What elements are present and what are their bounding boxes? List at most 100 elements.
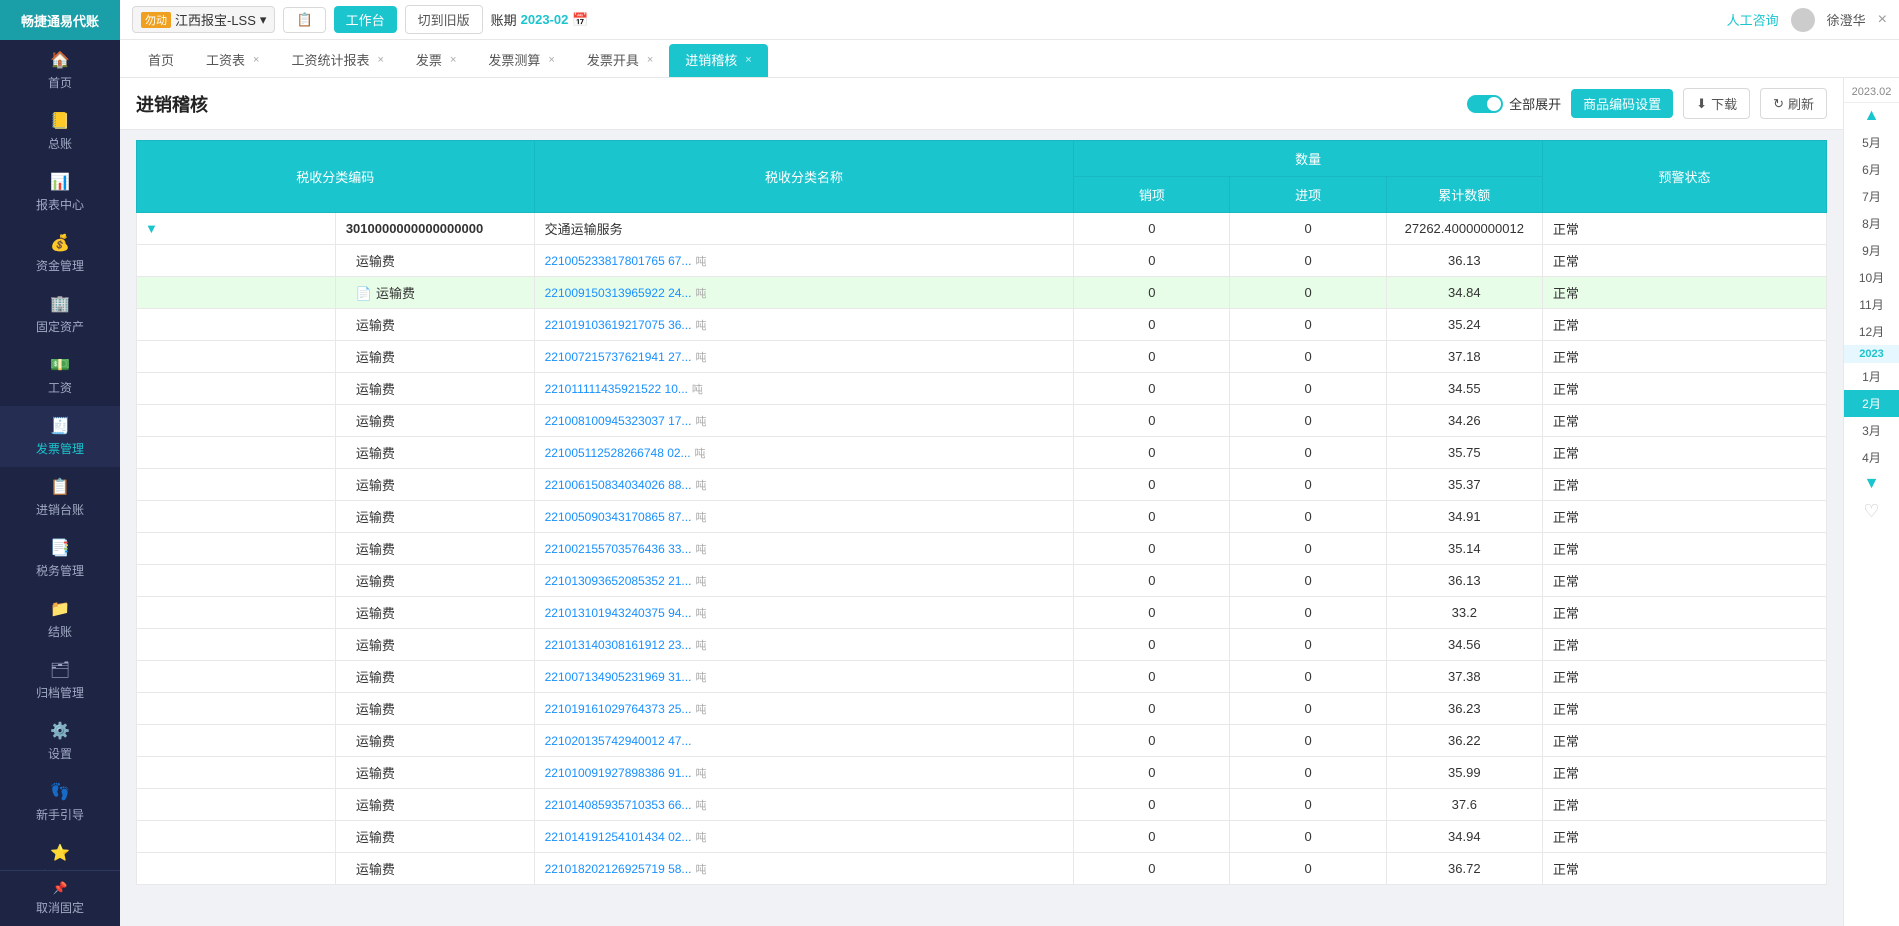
sidebar-item-purchase-ledger[interactable]: 📋 进销台账: [0, 467, 120, 528]
row-status: 正常: [1542, 309, 1826, 341]
row-status: 正常: [1542, 821, 1826, 853]
toggle-track[interactable]: [1467, 95, 1503, 113]
table-row: 运输费 221007134905231969 31...吨 0 0 37.38 …: [137, 661, 1827, 693]
tab-invoice-calc[interactable]: 发票测算 ×: [472, 44, 570, 77]
row-expand-icon[interactable]: ▼: [137, 213, 336, 245]
tab-purchase-audit[interactable]: 进销稽核 ×: [669, 44, 767, 77]
sidebar-item-guide[interactable]: 👣 新手引导: [0, 772, 120, 833]
workbench-button[interactable]: 工作台: [334, 6, 397, 33]
row-indent: [137, 277, 336, 309]
cal-month-feb-active[interactable]: 2月: [1844, 390, 1899, 417]
member-icon: ⭐: [50, 843, 70, 863]
tab-invoice[interactable]: 发票 ×: [400, 44, 472, 77]
cal-month-jan[interactable]: 1月: [1844, 363, 1899, 390]
row-total: 33.2: [1386, 597, 1542, 629]
sidebar-item-funds[interactable]: 💰 资金管理: [0, 223, 120, 284]
sidebar-item-tax[interactable]: 📑 税务管理: [0, 528, 120, 589]
tab-close-invoice-calc[interactable]: ×: [548, 54, 554, 66]
calendar-down-button[interactable]: ▼: [1864, 471, 1880, 497]
tab-salary-table[interactable]: 工资表 ×: [190, 44, 275, 77]
cal-year-2023-02-top[interactable]: 2023.02: [1844, 82, 1899, 103]
sidebar-item-close[interactable]: 📁 结账: [0, 589, 120, 650]
cal-month-jun[interactable]: 6月: [1844, 156, 1899, 183]
row-purchase: 0: [1230, 821, 1386, 853]
row-sale: 0: [1074, 821, 1230, 853]
tab-home[interactable]: 首页: [132, 44, 190, 77]
copy-button[interactable]: 📋: [283, 7, 325, 33]
th-code: 税收分类编码: [137, 141, 535, 213]
row-sale: 0: [1074, 277, 1230, 309]
row-total: 27262.40000000012: [1386, 213, 1542, 245]
cal-month-nov[interactable]: 11月: [1844, 291, 1899, 318]
company-name: 江西报宝-LSS: [175, 10, 256, 29]
sidebar-nav: 🏠 首页 📒 总账 📊 报表中心 💰 资金管理 🏢 固定资产 💵 工资 🧾 发票…: [0, 40, 120, 870]
row-purchase: 0: [1230, 757, 1386, 789]
support-label[interactable]: 人工咨询: [1727, 10, 1779, 29]
sidebar-item-ledger[interactable]: 📒 总账: [0, 101, 120, 162]
refresh-button[interactable]: ↻ 刷新: [1760, 88, 1827, 119]
row-sale: 0: [1074, 757, 1230, 789]
sidebar-item-reports[interactable]: 📊 报表中心: [0, 162, 120, 223]
row-status: 正常: [1542, 629, 1826, 661]
row-total: 37.38: [1386, 661, 1542, 693]
row-purchase: 0: [1230, 469, 1386, 501]
tab-close-salary-report[interactable]: ×: [377, 54, 383, 66]
table-row: 运输费 221013140308161912 23...吨 0 0 34.56 …: [137, 629, 1827, 661]
row-indent: [137, 341, 336, 373]
row-purchase: 0: [1230, 597, 1386, 629]
tab-close-purchase-audit[interactable]: ×: [745, 54, 751, 66]
tab-close-invoice[interactable]: ×: [450, 54, 456, 66]
tab-salary-report[interactable]: 工资统计报表 ×: [275, 44, 399, 77]
row-sale: 0: [1074, 245, 1230, 277]
sidebar-item-invoice[interactable]: 🧾 发票管理: [0, 406, 120, 467]
cal-month-mar[interactable]: 3月: [1844, 417, 1899, 444]
company-tag: 勿动: [141, 12, 171, 28]
cal-month-dec[interactable]: 12月: [1844, 318, 1899, 345]
sidebar-item-salary[interactable]: 💵 工资: [0, 345, 120, 406]
row-purchase: 0: [1230, 853, 1386, 885]
cal-month-oct[interactable]: 10月: [1844, 264, 1899, 291]
cal-month-sep[interactable]: 9月: [1844, 237, 1899, 264]
cal-month-apr[interactable]: 4月: [1844, 444, 1899, 471]
row-total: 34.55: [1386, 373, 1542, 405]
row-sale: 0: [1074, 789, 1230, 821]
row-indent: [137, 501, 336, 533]
table-row: 运输费 221005112528266748 02...吨 0 0 35.75 …: [137, 437, 1827, 469]
sidebar-item-member[interactable]: ⭐ 畅会员: [0, 833, 120, 870]
close-book-icon: 📁: [50, 599, 70, 619]
th-total: 累计数额: [1386, 177, 1542, 213]
top-bar: 勿动 江西报宝-LSS ▾ 📋 工作台 切到旧版 账期 2023-02 📅 人工…: [120, 0, 1899, 40]
close-window-icon[interactable]: ×: [1878, 11, 1887, 29]
row-indent: [137, 469, 336, 501]
tab-close-salary-table[interactable]: ×: [253, 54, 259, 66]
cal-fav-icon[interactable]: ♡: [1863, 497, 1879, 526]
settings-button[interactable]: 商品编码设置: [1571, 89, 1673, 118]
company-selector[interactable]: 勿动 江西报宝-LSS ▾: [132, 6, 275, 33]
tab-invoice-issue[interactable]: 发票开具 ×: [571, 44, 669, 77]
sidebar-item-settings[interactable]: ⚙️ 设置: [0, 711, 120, 772]
cal-month-aug[interactable]: 8月: [1844, 210, 1899, 237]
cal-month-jul[interactable]: 7月: [1844, 183, 1899, 210]
calendar-up-button[interactable]: ▲: [1864, 103, 1880, 129]
sidebar-item-assets[interactable]: 🏢 固定资产: [0, 284, 120, 345]
download-button[interactable]: ⬇ 下载: [1683, 88, 1750, 119]
cal-month-may[interactable]: 5月: [1844, 129, 1899, 156]
toggle-thumb: [1487, 97, 1501, 111]
expand-toggle[interactable]: 全部展开: [1467, 94, 1561, 113]
row-sale: 0: [1074, 309, 1230, 341]
row-indent: [137, 437, 336, 469]
sidebar-item-archive[interactable]: 🗂 归档管理: [0, 650, 120, 711]
row-indent: [137, 789, 336, 821]
sidebar-footer[interactable]: 📌 取消固定: [0, 870, 120, 926]
row-invoice: 221007134905231969 31...吨: [534, 661, 1074, 693]
tab-close-invoice-issue[interactable]: ×: [647, 54, 653, 66]
sidebar-item-home[interactable]: 🏠 首页: [0, 40, 120, 101]
guide-icon: 👣: [50, 782, 70, 802]
row-purchase: 0: [1230, 533, 1386, 565]
row-invoice: 221019161029764373 25...吨: [534, 693, 1074, 725]
row-name: 运输费: [335, 437, 534, 469]
user-name[interactable]: 徐澄华: [1827, 10, 1866, 29]
switch-version-button[interactable]: 切到旧版: [405, 5, 483, 34]
calendar-icon[interactable]: 📅: [572, 12, 588, 28]
row-total: 37.18: [1386, 341, 1542, 373]
